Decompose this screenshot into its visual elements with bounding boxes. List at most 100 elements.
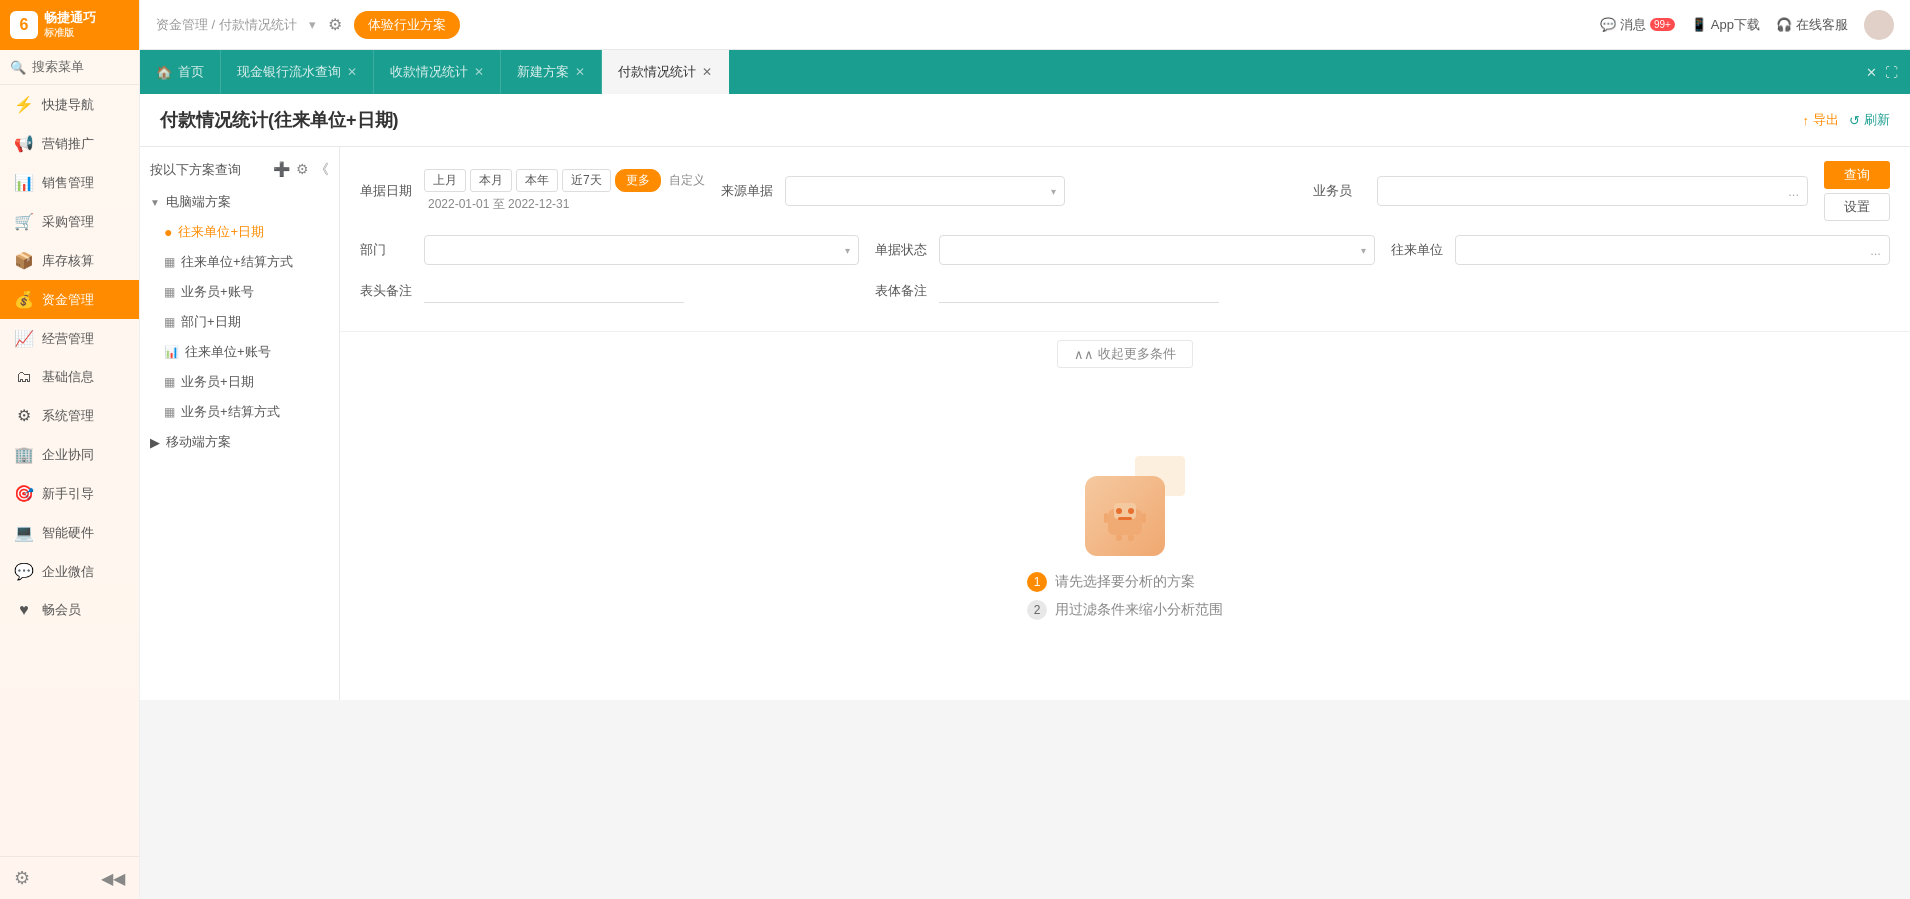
sidebar-item-enterprise[interactable]: 🏢 企业协同 [0, 435, 139, 474]
date-btn-more[interactable]: 更多 [615, 169, 661, 192]
settings-icon[interactable]: ⚙ [328, 15, 342, 34]
trial-button[interactable]: 体验行业方案 [354, 11, 460, 39]
tab-payment-stats-close[interactable]: ✕ [702, 65, 712, 79]
topbar-right: 💬 消息 99+ 📱 App下载 🎧 在线客服 [1600, 10, 1894, 40]
sidebar-item-purchase[interactable]: 🛒 采购管理 [0, 202, 139, 241]
dept-select[interactable]: ▾ [424, 235, 859, 265]
sidebar-item-sales[interactable]: 📊 销售管理 [0, 163, 139, 202]
desktop-scheme-group-header[interactable]: ▼ 电脑端方案 [140, 187, 339, 217]
scheme-item-unit-settlement[interactable]: ▦ 往来单位+结算方式 [140, 247, 339, 277]
date-btn-this-month[interactable]: 本月 [470, 169, 512, 192]
app-download-label: App下载 [1711, 16, 1760, 34]
date-block: 上月 本月 本年 近7天 更多 自定义 2022-01-01 至 2022-12… [424, 169, 705, 213]
sidebar-item-guide[interactable]: 🎯 新手引导 [0, 474, 139, 513]
close-all-tabs-icon[interactable]: ✕ [1866, 65, 1877, 80]
sidebar-item-system[interactable]: ⚙ 系统管理 [0, 396, 139, 435]
scheme-item-unit-account[interactable]: 📊 往来单位+账号 [140, 337, 339, 367]
topbar-breadcrumb: 资金管理 / 付款情况统计 [156, 16, 297, 34]
unit-label: 往来单位 [1391, 241, 1447, 259]
settings-scheme-icon[interactable]: ⚙ [296, 161, 309, 179]
sidebar-item-hardware[interactable]: 💻 智能硬件 [0, 513, 139, 552]
sidebar-item-label: 系统管理 [42, 407, 94, 425]
filter-field-header-note: 表头备注 [360, 279, 859, 303]
scheme-item-label: 往来单位+结算方式 [181, 253, 293, 271]
footer-collapse-icon[interactable]: ◀◀ [101, 869, 125, 888]
scheme-icon: ▦ [164, 375, 175, 389]
date-btn-last-month[interactable]: 上月 [424, 169, 466, 192]
salesman-select[interactable]: ... [1377, 176, 1808, 206]
svg-point-3 [1128, 508, 1134, 514]
settings-button[interactable]: 设置 [1824, 193, 1890, 221]
tab-payment-stats[interactable]: 付款情况统计 ✕ [602, 50, 729, 94]
scheme-item-salesman-account[interactable]: ▦ 业务员+账号 [140, 277, 339, 307]
source-select[interactable]: ▾ [785, 176, 1065, 206]
tab-receipt-stats[interactable]: 收款情况统计 ✕ [374, 50, 501, 94]
tab-new-plan[interactable]: 新建方案 ✕ [501, 50, 602, 94]
sidebar-item-label: 基础信息 [42, 368, 94, 386]
online-service-item[interactable]: 🎧 在线客服 [1776, 16, 1848, 34]
header-note-input[interactable] [424, 279, 684, 303]
headset-icon: 🎧 [1776, 17, 1792, 32]
header-note-label: 表头备注 [360, 282, 416, 300]
tab-new-plan-close[interactable]: ✕ [575, 65, 585, 79]
scheme-panel: 按以下方案查询 ➕ ⚙ 《 ▼ 电脑端方案 ● 往来单位+日期 [140, 147, 340, 700]
date-btn-7days[interactable]: 近7天 [562, 169, 611, 192]
scheme-item-dept-date[interactable]: ▦ 部门+日期 [140, 307, 339, 337]
doc-status-select[interactable]: ▾ [939, 235, 1374, 265]
user-avatar[interactable] [1864, 10, 1894, 40]
empty-tip-2-text: 用过滤条件来缩小分析范围 [1055, 601, 1223, 619]
notification-badge: 99+ [1650, 18, 1675, 31]
scheme-item-salesman-date[interactable]: ▦ 业务员+日期 [140, 367, 339, 397]
sidebar-item-wechat[interactable]: 💬 企业微信 [0, 552, 139, 591]
phone-icon: 📱 [1691, 17, 1707, 32]
scheme-item-salesman-settlement[interactable]: ▦ 业务员+结算方式 [140, 397, 339, 427]
scheme-icon: ▦ [164, 405, 175, 419]
sidebar-item-inventory[interactable]: 📦 库存核算 [0, 241, 139, 280]
scheme-panel-title: 按以下方案查询 [150, 161, 241, 179]
mobile-scheme-group-header[interactable]: ▶ 移动端方案 [140, 427, 339, 457]
topbar: 资金管理 / 付款情况统计 ▾ ⚙ 体验行业方案 💬 消息 99+ 📱 App下… [140, 0, 1910, 50]
tip-num-1: 1 [1027, 572, 1047, 592]
body-note-input[interactable] [939, 279, 1219, 303]
tab-cash-flow[interactable]: 现金银行流水查询 ✕ [221, 50, 374, 94]
add-scheme-icon[interactable]: ➕ [273, 161, 290, 179]
date-quick-btns: 上月 本月 本年 近7天 更多 自定义 [424, 169, 705, 192]
empty-tip-2: 2 用过滤条件来缩小分析范围 [1027, 600, 1223, 620]
footer-settings-icon[interactable]: ⚙ [14, 867, 30, 889]
sidebar-item-label: 经营管理 [42, 330, 94, 348]
search-menu[interactable]: 🔍 搜索菜单 [0, 50, 139, 85]
svg-rect-8 [1128, 535, 1134, 541]
export-button[interactable]: ↑ 导出 [1803, 111, 1840, 129]
salesman-label: 业务员 [1313, 182, 1369, 200]
filter-field-unit: 往来单位 ... [1391, 235, 1890, 265]
desktop-scheme-group: ▼ 电脑端方案 ● 往来单位+日期 ▦ 往来单位+结算方式 ▦ 业务员+账号 [140, 187, 339, 427]
sidebar-item-basic[interactable]: 🗂 基础信息 [0, 358, 139, 396]
refresh-button[interactable]: ↺ 刷新 [1849, 111, 1890, 129]
sidebar-item-member[interactable]: ♥ 畅会员 [0, 591, 139, 629]
tab-receipt-stats-close[interactable]: ✕ [474, 65, 484, 79]
empty-robot-icon [1085, 476, 1165, 556]
empty-tip-1: 1 请先选择要分析的方案 [1027, 572, 1223, 592]
sidebar-item-marketing[interactable]: 📢 营销推广 [0, 124, 139, 163]
doc-status-select-arrow: ▾ [1361, 245, 1366, 256]
sidebar-item-capital[interactable]: 💰 资金管理 [0, 280, 139, 319]
query-button[interactable]: 查询 [1824, 161, 1890, 189]
unit-select[interactable]: ... [1455, 235, 1890, 265]
collapse-more-button[interactable]: ∧∧ 收起更多条件 [1057, 340, 1193, 368]
notification-item[interactable]: 💬 消息 99+ [1600, 16, 1675, 34]
sidebar-item-operation[interactable]: 📈 经营管理 [0, 319, 139, 358]
sidebar-item-quick-nav[interactable]: ⚡ 快捷导航 [0, 85, 139, 124]
app-download-item[interactable]: 📱 App下载 [1691, 16, 1760, 34]
maximize-icon[interactable]: ⛶ [1885, 65, 1898, 80]
guide-icon: 🎯 [14, 484, 34, 503]
sidebar-item-label: 畅会员 [42, 601, 81, 619]
date-btn-this-year[interactable]: 本年 [516, 169, 558, 192]
search-menu-label: 搜索菜单 [32, 58, 84, 76]
tab-home[interactable]: 🏠 首页 [140, 50, 221, 94]
sidebar-item-label: 智能硬件 [42, 524, 94, 542]
tab-cash-flow-close[interactable]: ✕ [347, 65, 357, 79]
collapse-scheme-icon[interactable]: 《 [315, 161, 329, 179]
chevron-down-icon[interactable]: ▾ [309, 17, 316, 32]
scheme-item-unit-date[interactable]: ● 往来单位+日期 [140, 217, 339, 247]
filter-field-dept: 部门 ▾ [360, 235, 859, 265]
